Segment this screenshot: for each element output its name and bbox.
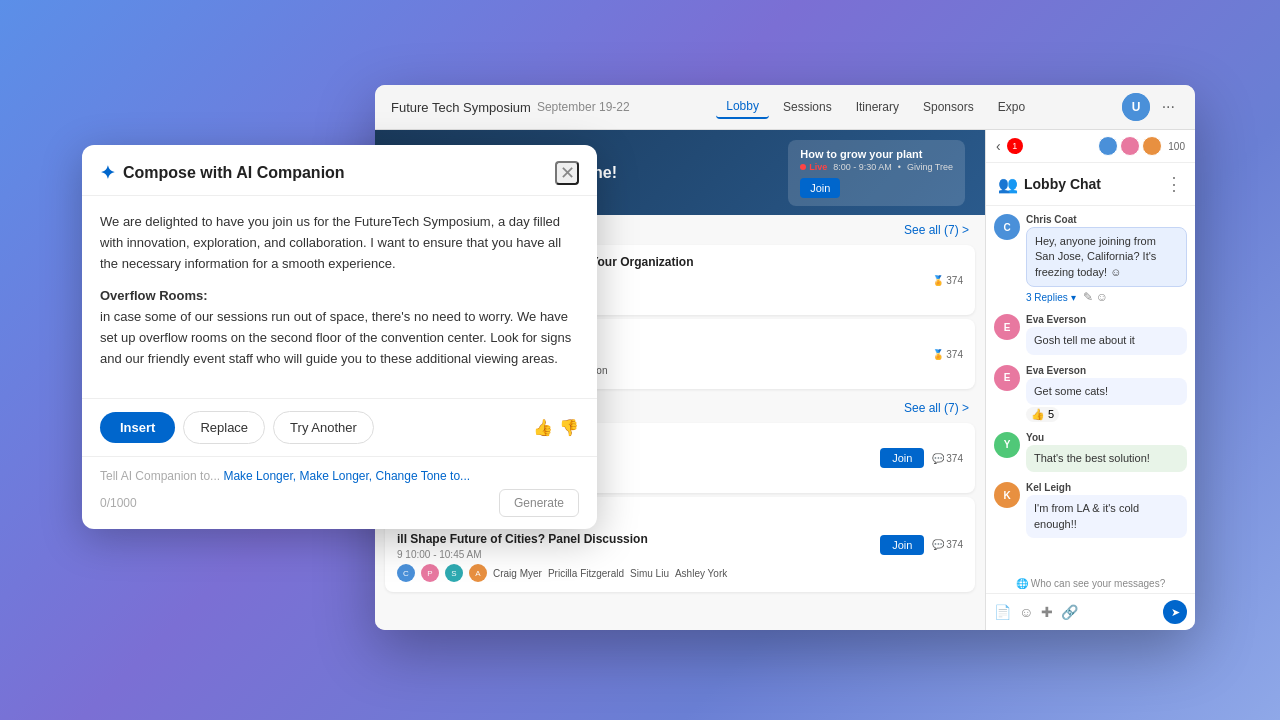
chat-group-icon: 👥	[998, 175, 1018, 194]
message-avatar: E	[994, 365, 1020, 391]
chat-toolbar: 📄 ☺ ✚ 🔗 ➤	[986, 593, 1195, 630]
message-avatar: C	[994, 214, 1020, 240]
user-avatar[interactable]: U	[1122, 93, 1150, 121]
reaction-thumbsup: 👍 5	[1026, 407, 1059, 422]
attach-icon[interactable]: 📄	[994, 604, 1011, 620]
chat-message: E Eva Everson Gosh tell me about it	[994, 314, 1187, 354]
emoji-icon[interactable]: ☺	[1019, 604, 1033, 620]
ai-dialog-actions: Insert Replace Try Another 👍 👎	[82, 398, 597, 456]
overflow-rooms-title: Overflow Rooms:	[100, 288, 208, 303]
message-bubble: Get some cats!	[1026, 378, 1187, 405]
link-icon[interactable]: 🔗	[1061, 604, 1078, 620]
message-bubble: That's the best solution!	[1026, 445, 1187, 472]
ai-dialog-body: We are delighted to have you join us for…	[82, 196, 597, 398]
chat-participant-avatar	[1098, 136, 1118, 156]
nav-expo[interactable]: Expo	[988, 96, 1035, 118]
message-avatar: E	[994, 314, 1020, 340]
message-bubble: Gosh tell me about it	[1026, 327, 1187, 354]
message-sender: Kel Leigh	[1026, 482, 1187, 493]
see-all-link[interactable]: See all (7) >	[904, 223, 969, 237]
session-join-now-button[interactable]: Join	[880, 535, 924, 555]
ai-dialog-header: ✦ Compose with AI Companion ✕	[82, 145, 597, 196]
live-dot	[800, 164, 806, 170]
nav-itinerary[interactable]: Itinerary	[846, 96, 909, 118]
app-title: Future Tech Symposium September 19-22	[391, 100, 630, 115]
make-longer-link-2[interactable]: Make Longer,	[299, 469, 372, 483]
message-sender: Chris Coat	[1026, 214, 1187, 225]
message-sender: Eva Everson	[1026, 314, 1187, 325]
message-reactions: 👍 5	[1026, 407, 1187, 422]
chat-top-bar: ‹ 1 100	[986, 130, 1195, 163]
replies-link[interactable]: 3 Replies ▾ ✎ ☺	[1026, 290, 1187, 304]
session-join-button[interactable]: Join	[880, 448, 924, 468]
nav-sponsors[interactable]: Sponsors	[913, 96, 984, 118]
message-sender: Eva Everson	[1026, 365, 1187, 376]
chat-more-icon[interactable]: ⋮	[1165, 173, 1183, 195]
chat-participant-avatar	[1142, 136, 1162, 156]
chat-avatars	[1098, 136, 1162, 156]
speaker-avatar: C	[397, 564, 415, 582]
live-badge: Live	[800, 162, 827, 172]
who-can-see: 🌐 Who can see your messages?	[986, 574, 1195, 593]
replace-button[interactable]: Replace	[183, 411, 265, 444]
generate-button[interactable]: Generate	[499, 489, 579, 517]
message-bubble: I'm from LA & it's cold enough!!	[1026, 495, 1187, 538]
message-avatar: K	[994, 482, 1020, 508]
chat-messages: C Chris Coat Hey, anyone joining from Sa…	[986, 206, 1195, 574]
ai-prompt-area: Tell AI Companion to... Make Longer, Mak…	[82, 456, 597, 529]
message-avatar: Y	[994, 432, 1020, 458]
prompt-hint: Tell AI Companion to... Make Longer, Mak…	[100, 469, 579, 483]
notification-badge: 1	[1007, 138, 1023, 154]
send-button[interactable]: ➤	[1163, 600, 1187, 624]
chat-panel: ‹ 1 100 👥 Lobby Chat ⋮	[985, 130, 1195, 630]
emoji-reaction-icon: ☺	[1096, 290, 1108, 304]
nav-sessions[interactable]: Sessions	[773, 96, 842, 118]
hero-join-button[interactable]: Join	[800, 178, 840, 198]
see-all-link-2[interactable]: See all (7) >	[904, 401, 969, 415]
try-another-button[interactable]: Try Another	[273, 411, 374, 444]
browser-header: Future Tech Symposium September 19-22 Lo…	[375, 85, 1195, 130]
change-tone-link[interactable]: Change Tone to...	[376, 469, 471, 483]
chat-title: Lobby Chat	[1024, 176, 1101, 192]
chat-header: 👥 Lobby Chat ⋮	[986, 163, 1195, 206]
add-icon[interactable]: ✚	[1041, 604, 1053, 620]
make-longer-link-1[interactable]: Make Longer,	[223, 469, 296, 483]
back-icon[interactable]: ‹	[996, 138, 1001, 154]
ai-dialog-title: ✦ Compose with AI Companion	[100, 162, 345, 184]
insert-button[interactable]: Insert	[100, 412, 175, 443]
close-dialog-button[interactable]: ✕	[555, 161, 579, 185]
thumbs-up-icon[interactable]: 👍	[533, 418, 553, 437]
chat-message: K Kel Leigh I'm from LA & it's cold enou…	[994, 482, 1187, 538]
message-bubble: Hey, anyone joining from San Jose, Calif…	[1026, 227, 1187, 287]
chat-participant-avatar	[1120, 136, 1140, 156]
speaker-avatar: A	[469, 564, 487, 582]
ai-companion-icon: ✦	[100, 162, 115, 184]
nav-lobby[interactable]: Lobby	[716, 95, 769, 119]
chat-message: C Chris Coat Hey, anyone joining from Sa…	[994, 214, 1187, 304]
nav-bar: Lobby Sessions Itinerary Sponsors Expo	[716, 95, 1035, 119]
more-menu-icon[interactable]: ···	[1158, 98, 1179, 116]
ai-dialog: ✦ Compose with AI Companion ✕ We are del…	[82, 145, 597, 529]
edit-icon: ✎	[1083, 290, 1093, 304]
prompt-counter: 0/1000	[100, 496, 137, 510]
speaker-avatar: S	[445, 564, 463, 582]
message-sender: You	[1026, 432, 1187, 443]
hero-card: How to grow your plant Live 8:00 - 9:30 …	[788, 140, 965, 206]
globe-icon: 🌐	[1016, 578, 1028, 589]
ai-generated-text: We are delighted to have you join us for…	[100, 212, 579, 370]
chat-message: E Eva Everson Get some cats! 👍 5	[994, 365, 1187, 422]
svg-text:U: U	[1131, 100, 1140, 114]
thumbs-down-icon[interactable]: 👎	[559, 418, 579, 437]
chat-message-self: Y You That's the best solution!	[994, 432, 1187, 472]
speaker-avatar: P	[421, 564, 439, 582]
